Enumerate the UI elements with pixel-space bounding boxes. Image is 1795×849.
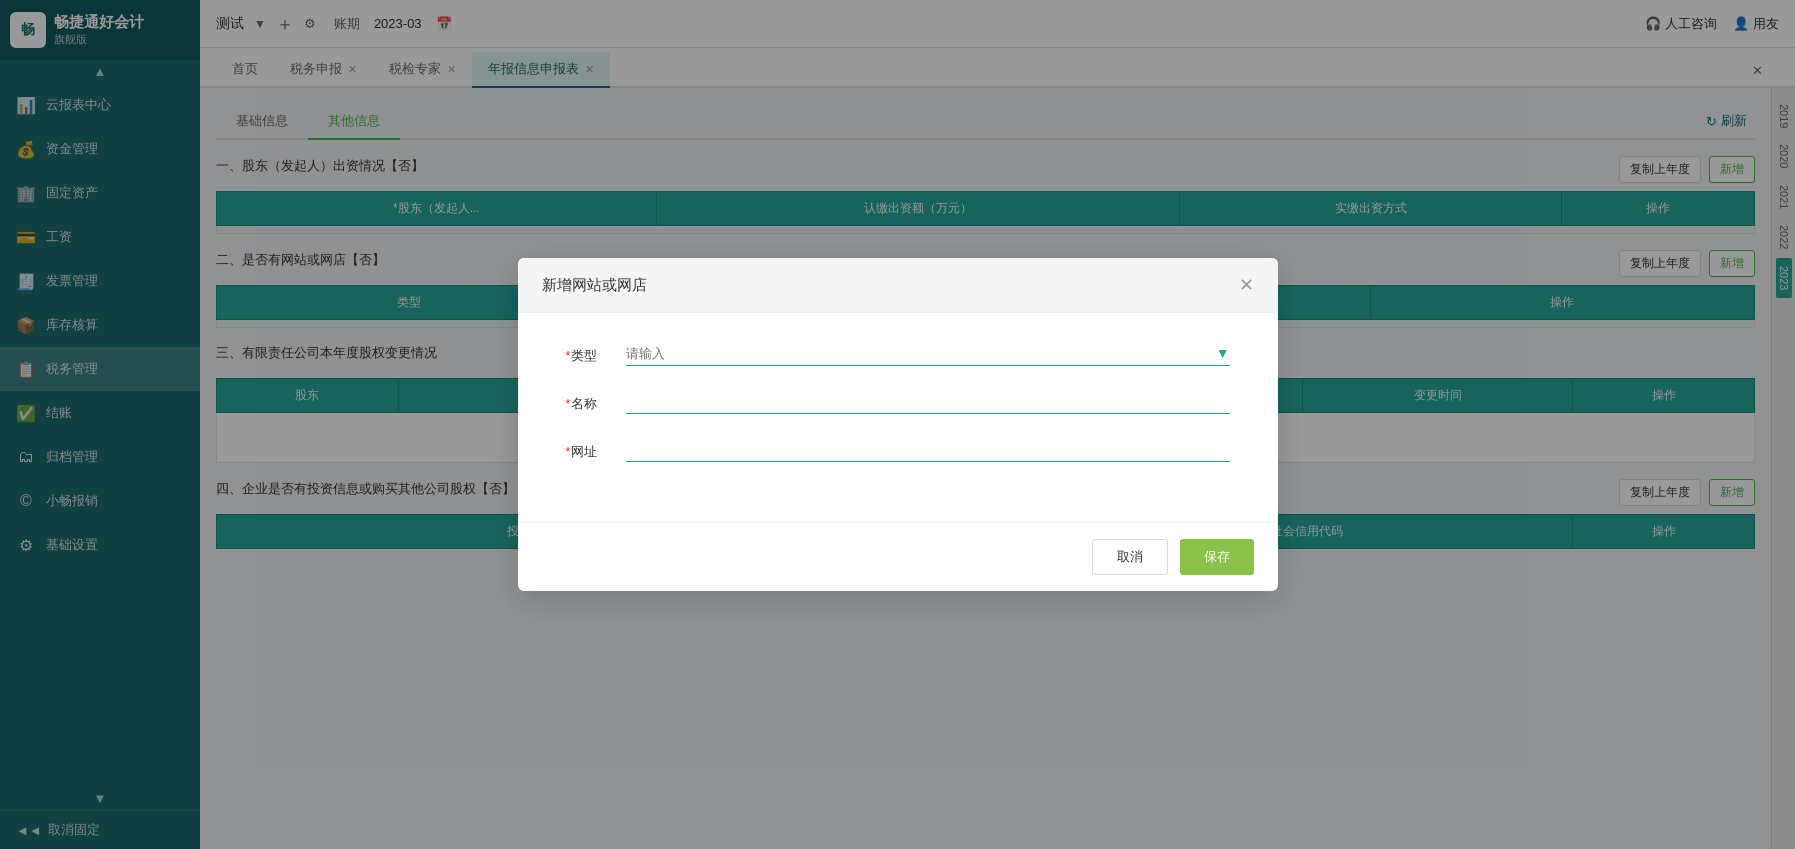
save-button[interactable]: 保存 bbox=[1180, 539, 1254, 575]
url-input-wrap bbox=[626, 442, 1230, 462]
modal-overlay: 新增网站或网店 ✕ *类型 ▼ *名称 bbox=[0, 0, 1795, 849]
name-input[interactable] bbox=[626, 394, 1230, 409]
form-row-type: *类型 ▼ bbox=[566, 345, 1230, 366]
url-label-text: 网址 bbox=[571, 444, 597, 459]
type-label: *类型 bbox=[566, 347, 626, 365]
add-website-modal: 新增网站或网店 ✕ *类型 ▼ *名称 bbox=[518, 258, 1278, 591]
cancel-button[interactable]: 取消 bbox=[1092, 539, 1168, 575]
form-row-name: *名称 bbox=[566, 394, 1230, 414]
name-label: *名称 bbox=[566, 395, 626, 413]
url-label: *网址 bbox=[566, 443, 626, 461]
type-dropdown-icon[interactable]: ▼ bbox=[1216, 345, 1230, 361]
modal-header: 新增网站或网店 ✕ bbox=[518, 258, 1278, 313]
modal-body: *类型 ▼ *名称 *网址 bbox=[518, 313, 1278, 522]
type-input[interactable] bbox=[626, 346, 1216, 361]
modal-title: 新增网站或网店 bbox=[542, 276, 647, 295]
form-row-url: *网址 bbox=[566, 442, 1230, 462]
modal-close-button[interactable]: ✕ bbox=[1239, 274, 1254, 296]
name-label-text: 名称 bbox=[571, 396, 597, 411]
modal-footer: 取消 保存 bbox=[518, 522, 1278, 591]
type-label-text: 类型 bbox=[571, 348, 597, 363]
type-input-wrap: ▼ bbox=[626, 345, 1230, 366]
name-input-wrap bbox=[626, 394, 1230, 414]
url-input[interactable] bbox=[626, 442, 1230, 457]
